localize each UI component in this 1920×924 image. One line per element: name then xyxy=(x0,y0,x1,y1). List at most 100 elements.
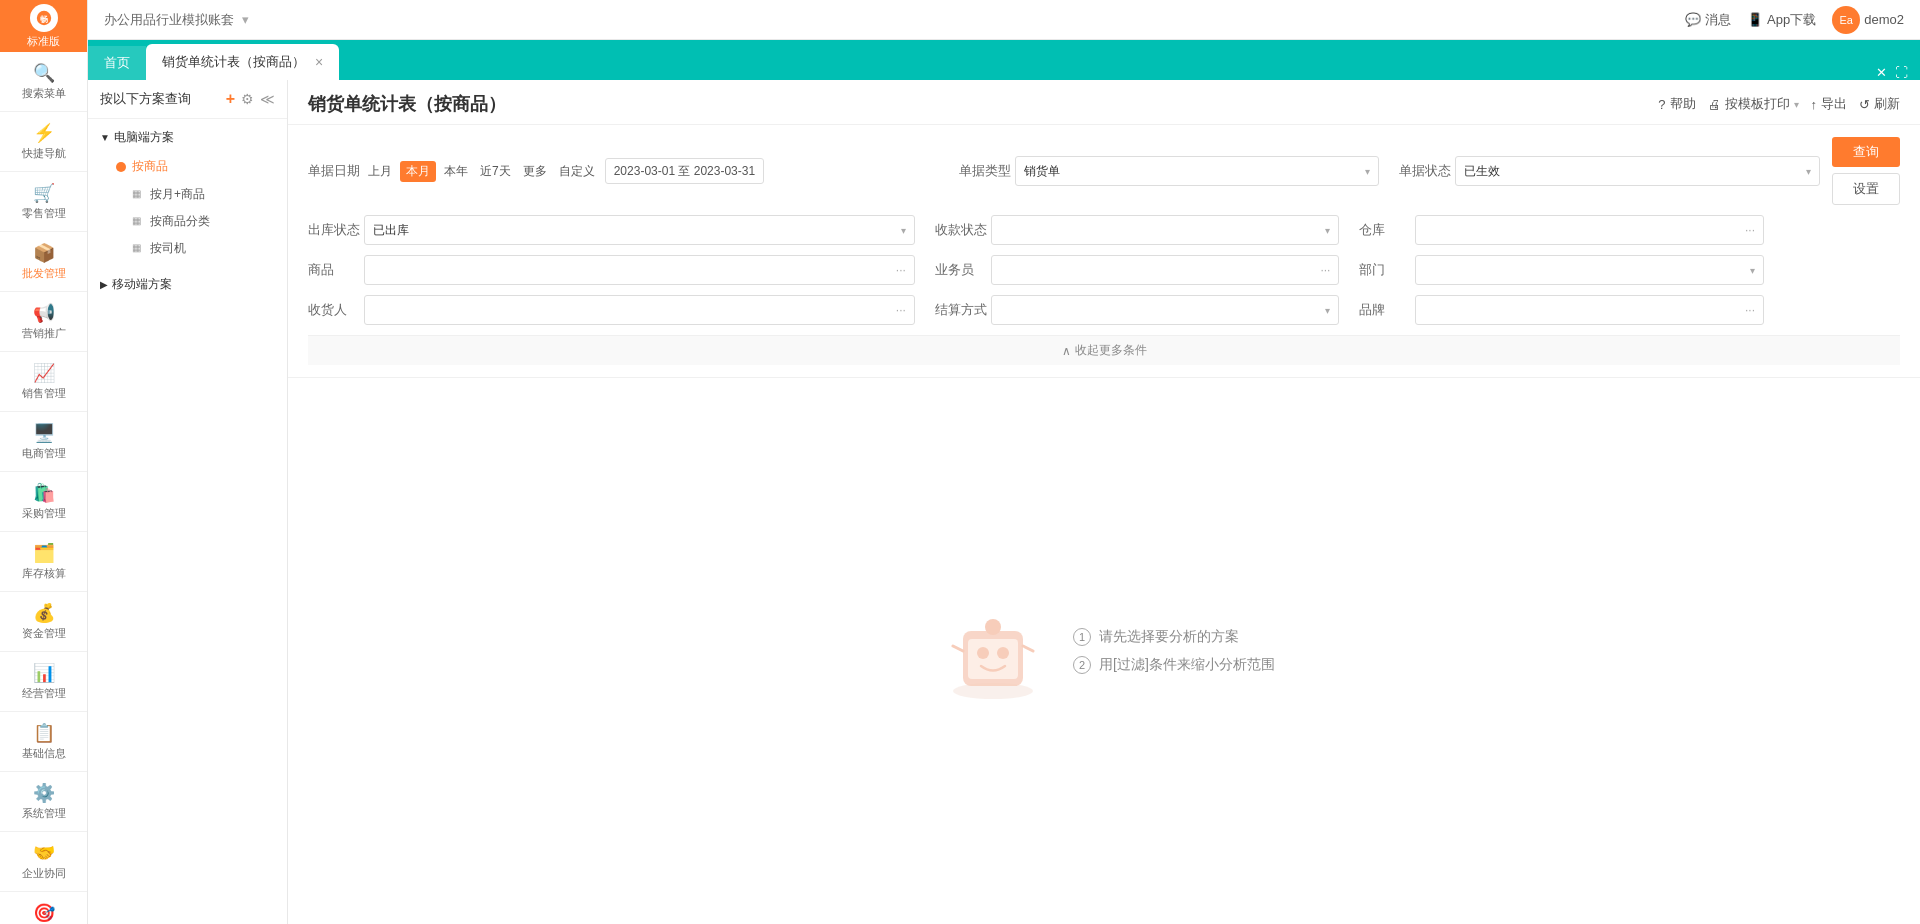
quick-nav-icon: ⚡ xyxy=(33,122,55,144)
brand-control[interactable]: ··· xyxy=(1415,295,1764,325)
filter-group-mobile-title[interactable]: ▶ 移动端方案 xyxy=(88,270,287,299)
printer-icon: 🖨 xyxy=(1708,97,1721,112)
warehouse-control[interactable]: ··· xyxy=(1415,215,1764,245)
export-label: 导出 xyxy=(1821,95,1847,113)
fullscreen-icon[interactable]: ⛶ xyxy=(1895,65,1908,80)
sidebar-item-sales[interactable]: 📈 销售管理 xyxy=(0,352,87,412)
collapse-conditions-btn[interactable]: ∧ 收起更多条件 xyxy=(308,335,1900,365)
user-profile-btn[interactable]: Ea demo2 xyxy=(1832,6,1904,34)
sidebar-item-quick-nav[interactable]: ⚡ 快捷导航 xyxy=(0,112,87,172)
sidebar-item-operations[interactable]: 📊 经营管理 xyxy=(0,652,87,712)
table-icon-1: ▦ xyxy=(132,188,146,202)
query-button[interactable]: 查询 xyxy=(1832,137,1900,167)
sidebar-item-finance[interactable]: 💰 资金管理 xyxy=(0,592,87,652)
department-control[interactable]: ▾ xyxy=(1415,255,1764,285)
sidebar-item-search-menu[interactable]: 🔍 搜索菜单 xyxy=(0,52,87,112)
logo-icon: 畅 xyxy=(30,4,58,32)
filter-group-desktop-title[interactable]: ▼ 电脑端方案 xyxy=(88,123,287,152)
doc-type-value: 销货单 xyxy=(1024,163,1366,180)
doc-status-control[interactable]: 已生效 ▾ xyxy=(1455,156,1820,186)
filter-field-warehouse: 仓库 ··· xyxy=(1359,215,1764,245)
filter-field-product: 商品 ··· xyxy=(308,255,915,285)
filter-item-by-category[interactable]: ▦ 按商品分类 xyxy=(88,208,287,235)
sidebar-item-purchase[interactable]: 🛍️ 采购管理 xyxy=(0,472,87,532)
filter-group-desktop: ▼ 电脑端方案 按商品 ▦ 按月+商品 ▦ 按商品分类 ▦ 按司机 xyxy=(88,119,287,266)
app-download-btn[interactable]: 📱 App下载 xyxy=(1747,11,1816,29)
receiver-control[interactable]: ··· xyxy=(364,295,915,325)
add-scheme-icon[interactable]: + xyxy=(226,90,235,108)
messages-btn[interactable]: 💬 消息 xyxy=(1685,11,1731,29)
product-dots-icon[interactable]: ··· xyxy=(896,263,906,277)
basic-icon: 📋 xyxy=(33,722,55,744)
sidebar-item-wholesale[interactable]: 📦 批发管理 xyxy=(0,232,87,292)
sidebar-label-finance: 资金管理 xyxy=(22,626,66,641)
filter-item-by-product[interactable]: 按商品 xyxy=(88,152,287,181)
svg-line-9 xyxy=(1023,646,1033,651)
filter-item-by-cashier[interactable]: ▦ 按司机 xyxy=(88,235,287,262)
filter-item-by-month-product[interactable]: ▦ 按月+商品 xyxy=(88,181,287,208)
svg-line-8 xyxy=(953,646,963,651)
salesperson-dots-icon[interactable]: ··· xyxy=(1320,263,1330,277)
sidebar-item-marketing[interactable]: 📢 营销推广 xyxy=(0,292,87,352)
user-name: demo2 xyxy=(1864,12,1904,27)
warehouse-dots-icon[interactable]: ··· xyxy=(1745,223,1755,237)
sidebar-item-retail[interactable]: 🛒 零售管理 xyxy=(0,172,87,232)
template-print-btn[interactable]: 🖨 按模板打印 ▾ xyxy=(1708,95,1799,113)
top-header: 办公用品行业模拟账套 ▾ 💬 消息 📱 App下载 Ea demo2 xyxy=(88,0,1920,40)
settlement-dropdown-icon: ▾ xyxy=(1325,305,1330,316)
filter-item-by-month-product-label: 按月+商品 xyxy=(150,186,205,203)
filter-group-mobile: ▶ 移动端方案 xyxy=(88,266,287,303)
refresh-btn[interactable]: ↺ 刷新 xyxy=(1859,95,1900,113)
sidebar-item-system[interactable]: ⚙️ 系统管理 xyxy=(0,772,87,832)
date-tab-last-month[interactable]: 上月 xyxy=(364,161,396,182)
sidebar-item-basic[interactable]: 📋 基础信息 xyxy=(0,712,87,772)
filter-field-doc-type: 单据类型 销货单 ▾ xyxy=(959,156,1380,186)
sidebar-item-newbie[interactable]: 🎯 新手引导 xyxy=(0,892,87,924)
settings-button[interactable]: 设置 xyxy=(1832,173,1900,205)
collapse-panel-icon[interactable]: ≪ xyxy=(260,91,275,107)
filter-group-mobile-label: 移动端方案 xyxy=(112,276,172,293)
brand-dots-icon[interactable]: ··· xyxy=(1745,303,1755,317)
date-tab-this-month[interactable]: 本月 xyxy=(400,161,436,182)
receive-status-label: 收款状态 xyxy=(935,221,991,239)
refresh-label: 刷新 xyxy=(1874,95,1900,113)
sidebar-label-marketing: 营销推广 xyxy=(22,326,66,341)
doc-status-label: 单据状态 xyxy=(1399,162,1455,180)
filter-field-receiver: 收货人 ··· xyxy=(308,295,915,325)
doc-type-control[interactable]: 销货单 ▾ xyxy=(1015,156,1380,186)
receiver-dots-icon[interactable]: ··· xyxy=(896,303,906,317)
settings-scheme-icon[interactable]: ⚙ xyxy=(241,91,254,107)
salesperson-control[interactable]: ··· xyxy=(991,255,1340,285)
help-btn[interactable]: ? 帮助 xyxy=(1658,95,1695,113)
app-name: 办公用品行业模拟账套 xyxy=(104,11,234,29)
newbie-icon: 🎯 xyxy=(33,902,55,924)
out-status-control[interactable]: 已出库 ▾ xyxy=(364,215,915,245)
settlement-control[interactable]: ▾ xyxy=(991,295,1340,325)
sidebar-item-inventory[interactable]: 🗂️ 库存核算 xyxy=(0,532,87,592)
filter-panel-actions: + ⚙ ≪ xyxy=(226,90,275,108)
sidebar-label-purchase: 采购管理 xyxy=(22,506,66,521)
chevron-up-icon: ∧ xyxy=(1062,344,1071,358)
date-tab-this-year[interactable]: 本年 xyxy=(440,161,472,182)
export-btn[interactable]: ↑ 导出 xyxy=(1811,95,1848,113)
sidebar-item-enterprise[interactable]: 🤝 企业协同 xyxy=(0,832,87,892)
sidebar: 畅 标准版 🔍 搜索菜单 ⚡ 快捷导航 🛒 零售管理 📦 批发管理 📢 营销推广… xyxy=(0,0,88,924)
close-window-icon[interactable]: ✕ xyxy=(1876,65,1887,80)
filter-row-3: 商品 ··· 业务员 ··· 部门 xyxy=(308,255,1900,285)
salesperson-label: 业务员 xyxy=(935,261,991,279)
close-icon[interactable]: × xyxy=(315,54,323,70)
date-tab-custom[interactable]: 自定义 xyxy=(555,161,599,182)
print-chevron-icon: ▾ xyxy=(1794,99,1799,110)
tab-home[interactable]: 首页 xyxy=(88,46,146,80)
filter-field-date: 单据日期 上月 本月 本年 近7天 更多 自定义 2023- xyxy=(308,158,939,184)
tab-sales-stats[interactable]: 销货单统计表（按商品） × xyxy=(146,44,339,80)
empty-state: 1 请先选择要分析的方案 2 用[过滤]条件来缩小分析范围 xyxy=(288,378,1920,924)
sidebar-item-ecommerce[interactable]: 🖥️ 电商管理 xyxy=(0,412,87,472)
chevron-down-icon[interactable]: ▾ xyxy=(242,12,249,27)
receive-status-control[interactable]: ▾ xyxy=(991,215,1340,245)
out-status-dropdown-icon: ▾ xyxy=(901,225,906,236)
date-range-display[interactable]: 2023-03-01 至 2023-03-31 xyxy=(605,158,764,184)
date-tab-more[interactable]: 更多 xyxy=(519,161,551,182)
product-control[interactable]: ··· xyxy=(364,255,915,285)
date-tab-7days[interactable]: 近7天 xyxy=(476,161,515,182)
